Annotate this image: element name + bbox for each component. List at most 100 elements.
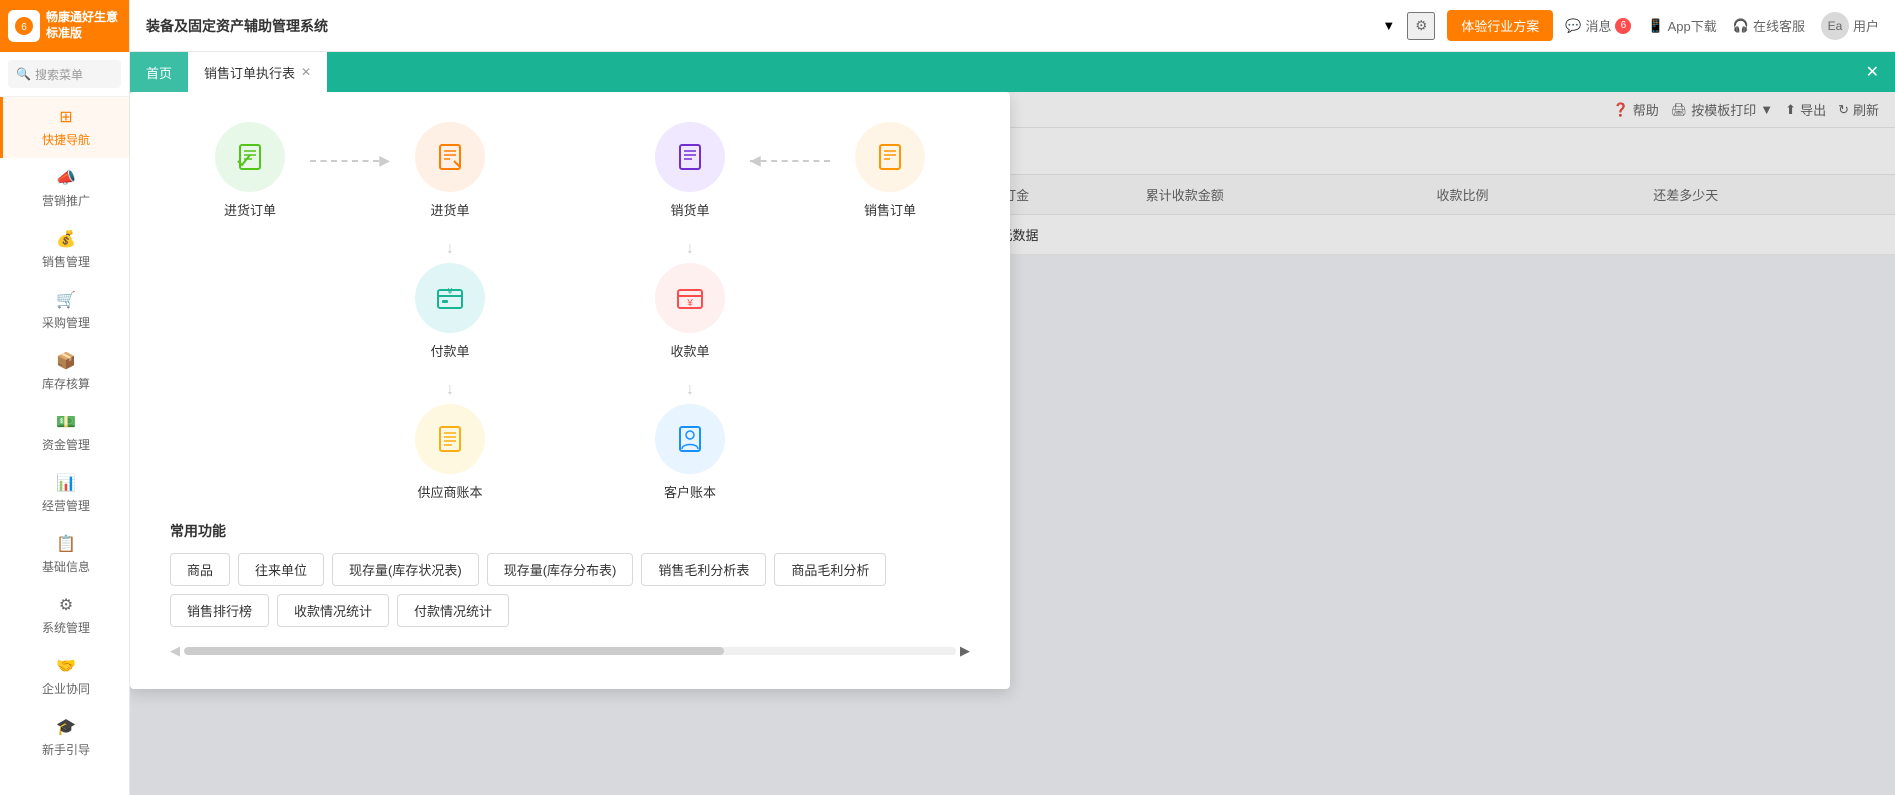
receipt-label: 收款单	[670, 341, 709, 360]
sidebar-nav: ⊞ 快捷导航 📣 营销推广 💰 销售管理 🛒 采购管理 📦 库存核算 💵	[0, 97, 129, 795]
func-btn-sales-rank[interactable]: 销售排行榜	[170, 594, 269, 627]
flow-row-3: ↓ 供应商账本 ↓	[170, 376, 970, 501]
svg-text:6: 6	[21, 22, 27, 33]
svg-text:¥: ¥	[447, 287, 453, 296]
purchase-icon: 🛒	[56, 290, 76, 310]
col-supplier: ↓ 供应商账本	[390, 376, 510, 501]
user-avatar: Ea	[1821, 12, 1849, 40]
newbie-icon: 🎓	[56, 717, 76, 737]
operations-icon: 📊	[56, 473, 76, 493]
sales-icon: 💰	[56, 229, 76, 249]
flow-node-purchase-order[interactable]: 进货订单	[190, 122, 310, 219]
sidebar-item-sales[interactable]: 💰 销售管理	[0, 219, 129, 280]
sidebar-search-area: 🔍 搜索菜单	[0, 52, 129, 97]
app-download-action[interactable]: 📱 App下载	[1647, 16, 1716, 35]
col-receipt: ↓ ¥ 收款单	[630, 235, 750, 360]
content-area: ❓ 帮助 🖨 按模板打印 ▼ ⬆ 导出 ↻ 刷新	[130, 92, 1895, 795]
sidebar-item-finance[interactable]: 💵 资金管理	[0, 402, 129, 463]
func-buttons: 商品 往来单位 现存量(库存状况表) 现存量(库存分布表) 销售毛利分析表 商品…	[170, 553, 970, 586]
flow-node-payment[interactable]: ¥ 付款单	[390, 263, 510, 360]
tab-close-icon[interactable]: ✕	[301, 65, 311, 79]
sidebar-item-system[interactable]: ⚙ 系统管理	[0, 585, 129, 646]
sidebar-item-basic-info[interactable]: 📋 基础信息	[0, 524, 129, 585]
dropdown-arrow-icon: ▼	[1382, 18, 1395, 33]
svg-text:¥: ¥	[686, 298, 693, 309]
scroll-right-icon[interactable]: ▶	[960, 643, 970, 659]
tab-bar-close-button[interactable]: ✕	[1850, 62, 1895, 82]
sales-bill-icon	[655, 122, 725, 192]
sidebar-item-enterprise[interactable]: 🤝 企业协同	[0, 646, 129, 707]
trial-button[interactable]: 体验行业方案	[1447, 10, 1553, 41]
flow-row-2: ↓ ¥ 付款单 ↓	[170, 235, 970, 360]
quick-nav-icon: ⊞	[59, 107, 72, 127]
online-service-action[interactable]: 🎧 在线客服	[1733, 16, 1805, 35]
down-arrow-supplier: ↓	[446, 376, 454, 404]
common-funcs-title: 常用功能	[170, 521, 970, 541]
flow-node-sales-order[interactable]: 销售订单	[830, 122, 950, 219]
system-dropdown[interactable]: ▼	[1382, 18, 1395, 33]
system-title: 装备及固定资产辅助管理系统	[146, 16, 1370, 36]
message-action[interactable]: 💬 消息 6	[1565, 16, 1631, 35]
arrow-1: ▶	[310, 152, 390, 169]
search-icon: 🔍	[16, 67, 31, 81]
payment-icon: ¥	[415, 263, 485, 333]
supplier-ledger-label: 供应商账本	[417, 482, 482, 501]
scroll-thumb	[184, 647, 724, 655]
finance-icon: 💵	[56, 412, 76, 432]
tab-bar: 首页 销售订单执行表 ✕ ✕	[130, 52, 1895, 92]
purchase-order-label: 进货订单	[224, 200, 276, 219]
logo-icon: 6	[8, 10, 40, 42]
scroll-left-icon[interactable]: ◀	[170, 643, 180, 659]
message-icon: 💬	[1565, 18, 1581, 34]
func-buttons-row2: 销售排行榜 收款情况统计 付款情况统计	[170, 594, 970, 627]
enterprise-icon: 🤝	[56, 656, 76, 676]
func-btn-payment-stats[interactable]: 付款情况统计	[397, 594, 509, 627]
flow-row-1: 进货订单 ▶ 进货单	[170, 122, 970, 219]
marketing-icon: 📣	[56, 168, 76, 188]
tab-home[interactable]: 首页	[130, 52, 188, 92]
message-badge: 6	[1615, 18, 1631, 34]
top-header: 装备及固定资产辅助管理系统 ▼ ⚙ 体验行业方案 💬 消息 6 📱 App下载 …	[130, 0, 1895, 52]
flow-node-purchase-bill[interactable]: 进货单	[390, 122, 510, 219]
func-btn-partner[interactable]: 往来单位	[238, 553, 324, 586]
scroll-track[interactable]	[184, 647, 956, 655]
basic-info-icon: 📋	[56, 534, 76, 554]
sales-order-circle	[855, 122, 925, 192]
quicknav-popup: 进货订单 ▶ 进货单	[130, 92, 1010, 689]
func-btn-inventory-status[interactable]: 现存量(库存状况表)	[332, 553, 479, 586]
flow-node-customer-ledger[interactable]: 客户账本	[630, 404, 750, 501]
sidebar-item-inventory[interactable]: 📦 库存核算	[0, 341, 129, 402]
service-icon: 🎧	[1733, 18, 1749, 34]
supplier-ledger-icon	[415, 404, 485, 474]
scroll-indicator: ◀ ▶	[170, 643, 970, 659]
purchase-bill-label: 进货单	[430, 200, 469, 219]
col-payment: ↓ ¥ 付款单	[390, 235, 510, 360]
customer-ledger-label: 客户账本	[664, 482, 716, 501]
user-action[interactable]: Ea 用户	[1821, 12, 1879, 40]
func-btn-product[interactable]: 商品	[170, 553, 230, 586]
sidebar-item-operations[interactable]: 📊 经营管理	[0, 463, 129, 524]
func-btn-sales-profit[interactable]: 销售毛利分析表	[641, 553, 766, 586]
flow-node-sales-bill[interactable]: 销货单	[630, 122, 750, 219]
sidebar-item-quick-nav[interactable]: ⊞ 快捷导航	[0, 97, 129, 158]
func-btn-product-profit[interactable]: 商品毛利分析	[774, 553, 886, 586]
func-btn-receipt-stats[interactable]: 收款情况统计	[277, 594, 389, 627]
tab-sales-order-exec[interactable]: 销售订单执行表 ✕	[188, 52, 327, 92]
sidebar-item-newbie[interactable]: 🎓 新手引导	[0, 707, 129, 768]
app-icon: 📱	[1647, 18, 1663, 34]
flow-node-supplier-ledger[interactable]: 供应商账本	[390, 404, 510, 501]
sidebar-item-marketing[interactable]: 📣 营销推广	[0, 158, 129, 219]
func-btn-inventory-dist[interactable]: 现存量(库存分布表)	[487, 553, 634, 586]
settings-button[interactable]: ⚙	[1407, 12, 1435, 40]
flow-node-receipt[interactable]: ¥ 收款单	[630, 263, 750, 360]
sidebar-item-purchase[interactable]: 🛒 采购管理	[0, 280, 129, 341]
common-functions: 常用功能 商品 往来单位 现存量(库存状况表) 现存量(库存分布表) 销售毛利分…	[170, 521, 970, 627]
system-icon: ⚙	[59, 595, 73, 615]
col-customer: ↓ 客户账本	[630, 376, 750, 501]
sales-bill-label: 销货单	[670, 200, 709, 219]
receipt-icon: ¥	[655, 263, 725, 333]
search-menu-button[interactable]: 🔍 搜索菜单	[8, 60, 121, 88]
inventory-icon: 📦	[56, 351, 76, 371]
customer-ledger-icon	[655, 404, 725, 474]
down-arrow-customer: ↓	[686, 376, 694, 404]
